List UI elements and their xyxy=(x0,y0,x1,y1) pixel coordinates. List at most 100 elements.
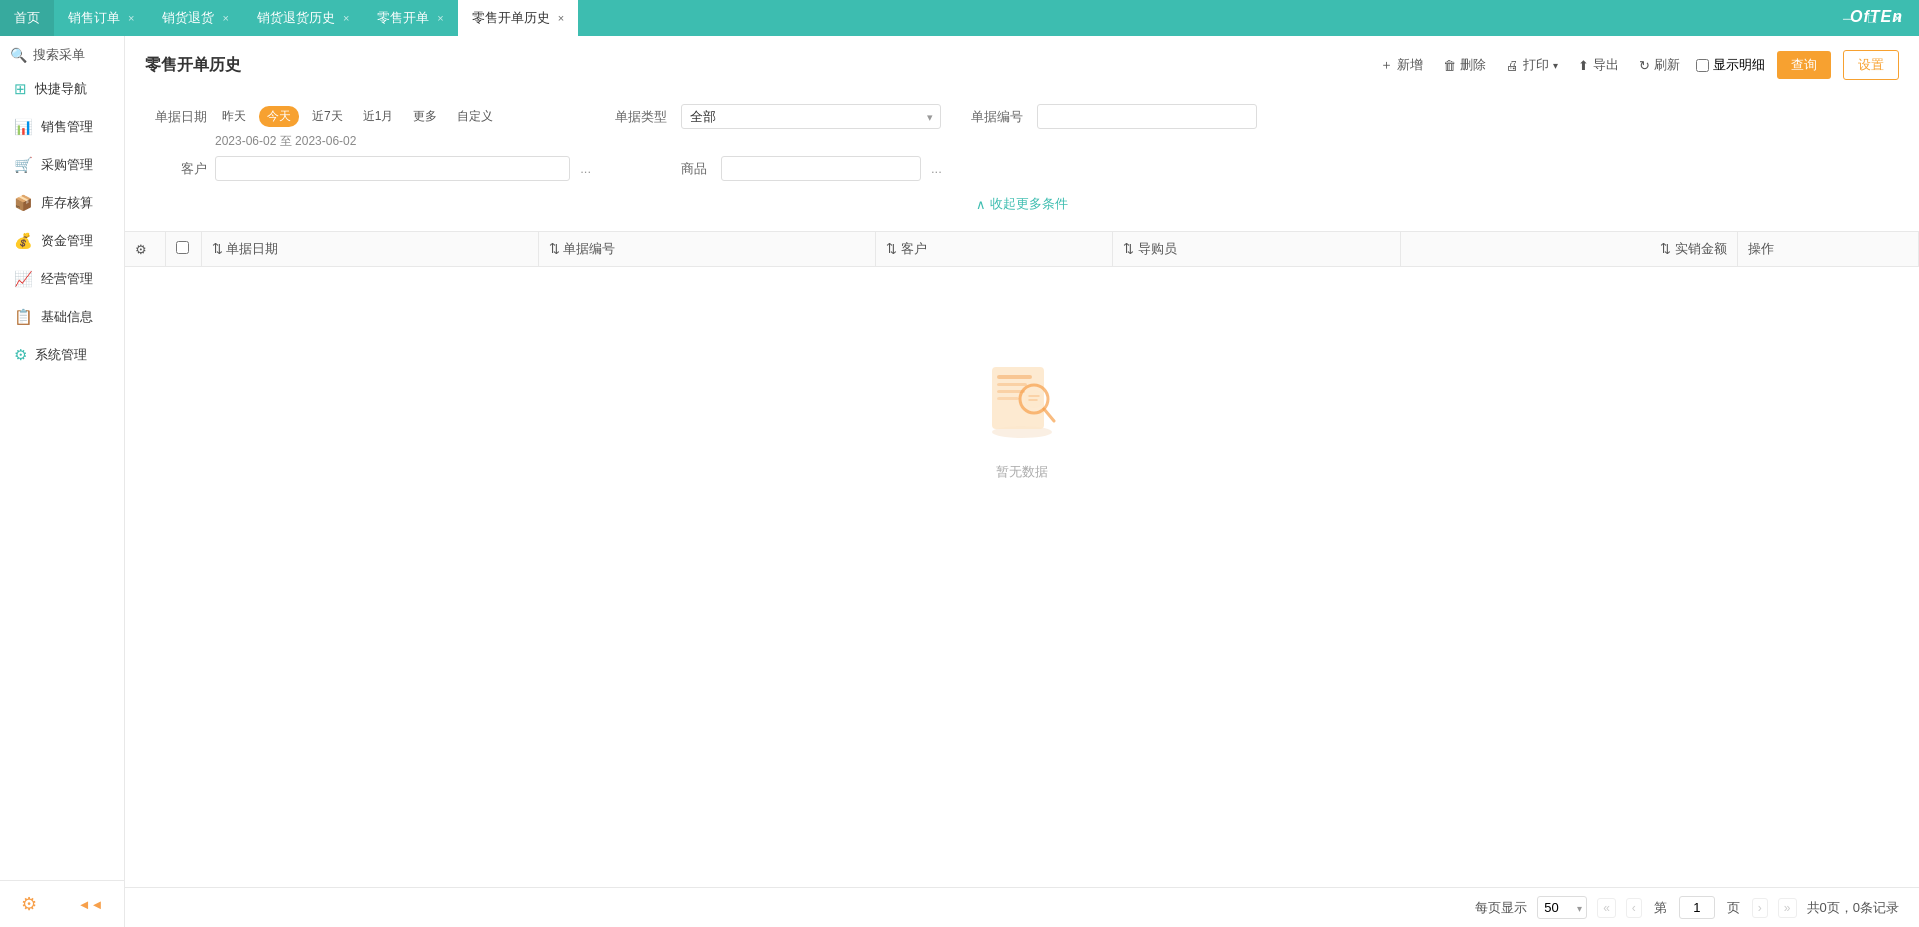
sidebar-item-finance[interactable]: 💰资金管理 xyxy=(0,222,124,260)
sidebar-item-base-info[interactable]: 📋基础信息 xyxy=(0,298,124,336)
tab-close-sales-return-history[interactable]: × xyxy=(343,12,349,24)
col-customer-label: ⇅ 客户 xyxy=(886,241,927,256)
col-date: ⇅ 单据日期 xyxy=(201,232,538,267)
total-text: 共0页，0条记录 xyxy=(1807,899,1899,917)
page-size-select[interactable]: 50 10 20 100 xyxy=(1537,896,1587,919)
tab-retail-open[interactable]: 零售开单× xyxy=(363,0,457,36)
sidebar-settings-btn[interactable]: ⚙ xyxy=(17,889,41,919)
sidebar-label-inventory: 库存核算 xyxy=(41,194,93,212)
sidebar-item-operations[interactable]: 📈经营管理 xyxy=(0,260,124,298)
customer-picker-btn[interactable]: ... xyxy=(576,161,595,176)
type-filter-label: 单据类型 xyxy=(605,108,675,126)
table-body: 暂无数据 xyxy=(125,267,1919,562)
goods-picker-btn[interactable]: ... xyxy=(927,161,946,176)
sidebar-label-base-info: 基础信息 xyxy=(41,308,93,326)
print-button[interactable]: 🖨 打印 ▾ xyxy=(1502,54,1562,76)
sidebar-item-system[interactable]: ⚙系统管理 xyxy=(0,336,124,374)
delete-label: 删除 xyxy=(1460,56,1486,74)
date-1month[interactable]: 近1月 xyxy=(356,106,401,127)
date-today[interactable]: 今天 xyxy=(259,106,299,127)
sidebar-item-quick-nav[interactable]: ⊞快捷导航 xyxy=(0,70,124,108)
tab-sales-order[interactable]: 销售订单× xyxy=(54,0,148,36)
page-size-wrap: 50 10 20 100 xyxy=(1537,896,1587,919)
customer-control: ... xyxy=(215,156,595,181)
sidebar-label-finance: 资金管理 xyxy=(41,232,93,250)
refresh-button[interactable]: ↻ 刷新 xyxy=(1635,54,1684,76)
tab-close-sales-return[interactable]: × xyxy=(222,12,228,24)
number-filter-label: 单据编号 xyxy=(961,108,1031,126)
col-check[interactable] xyxy=(165,232,201,267)
sidebar-label-purchase: 采购管理 xyxy=(41,156,93,174)
tab-retail-history[interactable]: 零售开单历史 × xyxy=(458,0,578,36)
delete-button[interactable]: 🗑 删除 xyxy=(1439,54,1490,76)
query-button[interactable]: 查询 xyxy=(1777,51,1831,79)
filter-area: 单据日期 昨天 今天 近7天 近1月 更多 自定义 单据类型 全部 xyxy=(145,94,1899,231)
print-label: 打印 xyxy=(1523,56,1549,74)
date-yesterday[interactable]: 昨天 xyxy=(215,106,253,127)
print-dropdown-icon: ▾ xyxy=(1553,60,1558,71)
tab-close-retail-history[interactable]: × xyxy=(558,12,564,24)
sidebar-icon-operations: 📈 xyxy=(14,270,33,288)
sidebar-icon-purchase: 🛒 xyxy=(14,156,33,174)
last-page-btn[interactable]: » xyxy=(1778,898,1797,918)
sidebar-item-inventory[interactable]: 📦库存核算 xyxy=(0,184,124,222)
search-icon: 🔍 xyxy=(10,47,27,63)
tab-home[interactable]: 首页 xyxy=(0,0,54,36)
sidebar-search[interactable]: 🔍 搜索采单 xyxy=(0,36,124,70)
window-maximize[interactable]: □ xyxy=(1868,11,1876,26)
empty-state: 暂无数据 xyxy=(125,267,1919,561)
tab-sales-return[interactable]: 销货退货× xyxy=(148,0,242,36)
add-button[interactable]: ＋ 新增 xyxy=(1376,54,1427,76)
sidebar-label-quick-nav: 快捷导航 xyxy=(35,80,87,98)
type-select[interactable]: 全部 xyxy=(681,104,941,129)
prev-page-btn[interactable]: ‹ xyxy=(1626,898,1642,918)
add-label: 新增 xyxy=(1397,56,1423,74)
col-settings[interactable]: ⚙ xyxy=(125,232,165,267)
date-custom[interactable]: 自定义 xyxy=(450,106,500,127)
empty-row: 暂无数据 xyxy=(125,267,1919,562)
collapse-arrow-icon: ∧ xyxy=(976,197,986,212)
page-header: 零售开单历史 ＋ 新增 🗑 删除 🖨 打印 ▾ xyxy=(125,36,1919,232)
number-input[interactable] xyxy=(1037,104,1257,129)
tab-close-sales-order[interactable]: × xyxy=(128,12,134,24)
page-word-pre: 第 xyxy=(1654,899,1667,917)
col-amount: ⇅ 实销金额 xyxy=(1400,232,1737,267)
col-amount-label: ⇅ 实销金额 xyxy=(1660,241,1727,256)
page-number-input[interactable] xyxy=(1679,896,1715,919)
tab-close-retail-open[interactable]: × xyxy=(437,12,443,24)
col-salesperson-label: ⇅ 导购员 xyxy=(1123,241,1177,256)
content-area: 零售开单历史 ＋ 新增 🗑 删除 🖨 打印 ▾ xyxy=(125,36,1919,927)
svg-rect-3 xyxy=(997,383,1027,386)
goods-filter-label: 商品 xyxy=(645,160,715,178)
first-page-btn[interactable]: « xyxy=(1597,898,1616,918)
sidebar-label-sales: 销售管理 xyxy=(41,118,93,136)
window-close[interactable]: ✕ xyxy=(1892,11,1903,26)
settings-button[interactable]: 设置 xyxy=(1843,50,1899,80)
top-bar: 首页销售订单×销货退货×销货退货历史×零售开单×零售开单历史× OfTEn ─ … xyxy=(0,0,1919,36)
sidebar-item-purchase[interactable]: 🛒 采购管理 xyxy=(0,146,124,184)
tab-label-retail-history: 零售开单历史 xyxy=(472,9,550,27)
svg-rect-5 xyxy=(997,397,1019,400)
window-minimize[interactable]: ─ xyxy=(1843,11,1852,26)
date-7days[interactable]: 近7天 xyxy=(305,106,350,127)
table-container: ⚙ ⇅ 单据日期 ⇅ 单据编号 ⇅ 客户 xyxy=(125,232,1919,887)
select-all-checkbox[interactable] xyxy=(176,241,189,254)
export-button[interactable]: ⬆ 导出 xyxy=(1574,54,1623,76)
next-page-btn[interactable]: › xyxy=(1752,898,1768,918)
tab-sales-return-history[interactable]: 销货退货历史× xyxy=(243,0,363,36)
show-detail-checkbox[interactable] xyxy=(1696,59,1709,72)
sidebar-item-sales[interactable]: 📊销售管理 xyxy=(0,108,124,146)
collapse-btn[interactable]: ∧ 收起更多条件 xyxy=(145,191,1899,221)
print-icon: 🖨 xyxy=(1506,58,1519,73)
settings-icon[interactable]: ⚙ xyxy=(135,242,147,257)
customer-filter-label: 客户 xyxy=(145,160,215,178)
main-layout: 🔍 搜索采单 ⊞快捷导航📊销售管理 🛒 采购管理 📦库存核算💰资金管理📈经营管理📋基础… xyxy=(0,36,1919,927)
goods-input[interactable] xyxy=(721,156,921,181)
sidebar-collapse-btn[interactable]: ◄◄ xyxy=(74,893,108,916)
date-more[interactable]: 更多 xyxy=(406,106,444,127)
show-detail-toggle[interactable]: 显示明细 xyxy=(1696,56,1765,74)
svg-rect-2 xyxy=(997,375,1032,379)
svg-line-8 xyxy=(1044,409,1054,421)
sidebar-search-label: 搜索采单 xyxy=(33,46,85,64)
customer-input[interactable] xyxy=(215,156,570,181)
